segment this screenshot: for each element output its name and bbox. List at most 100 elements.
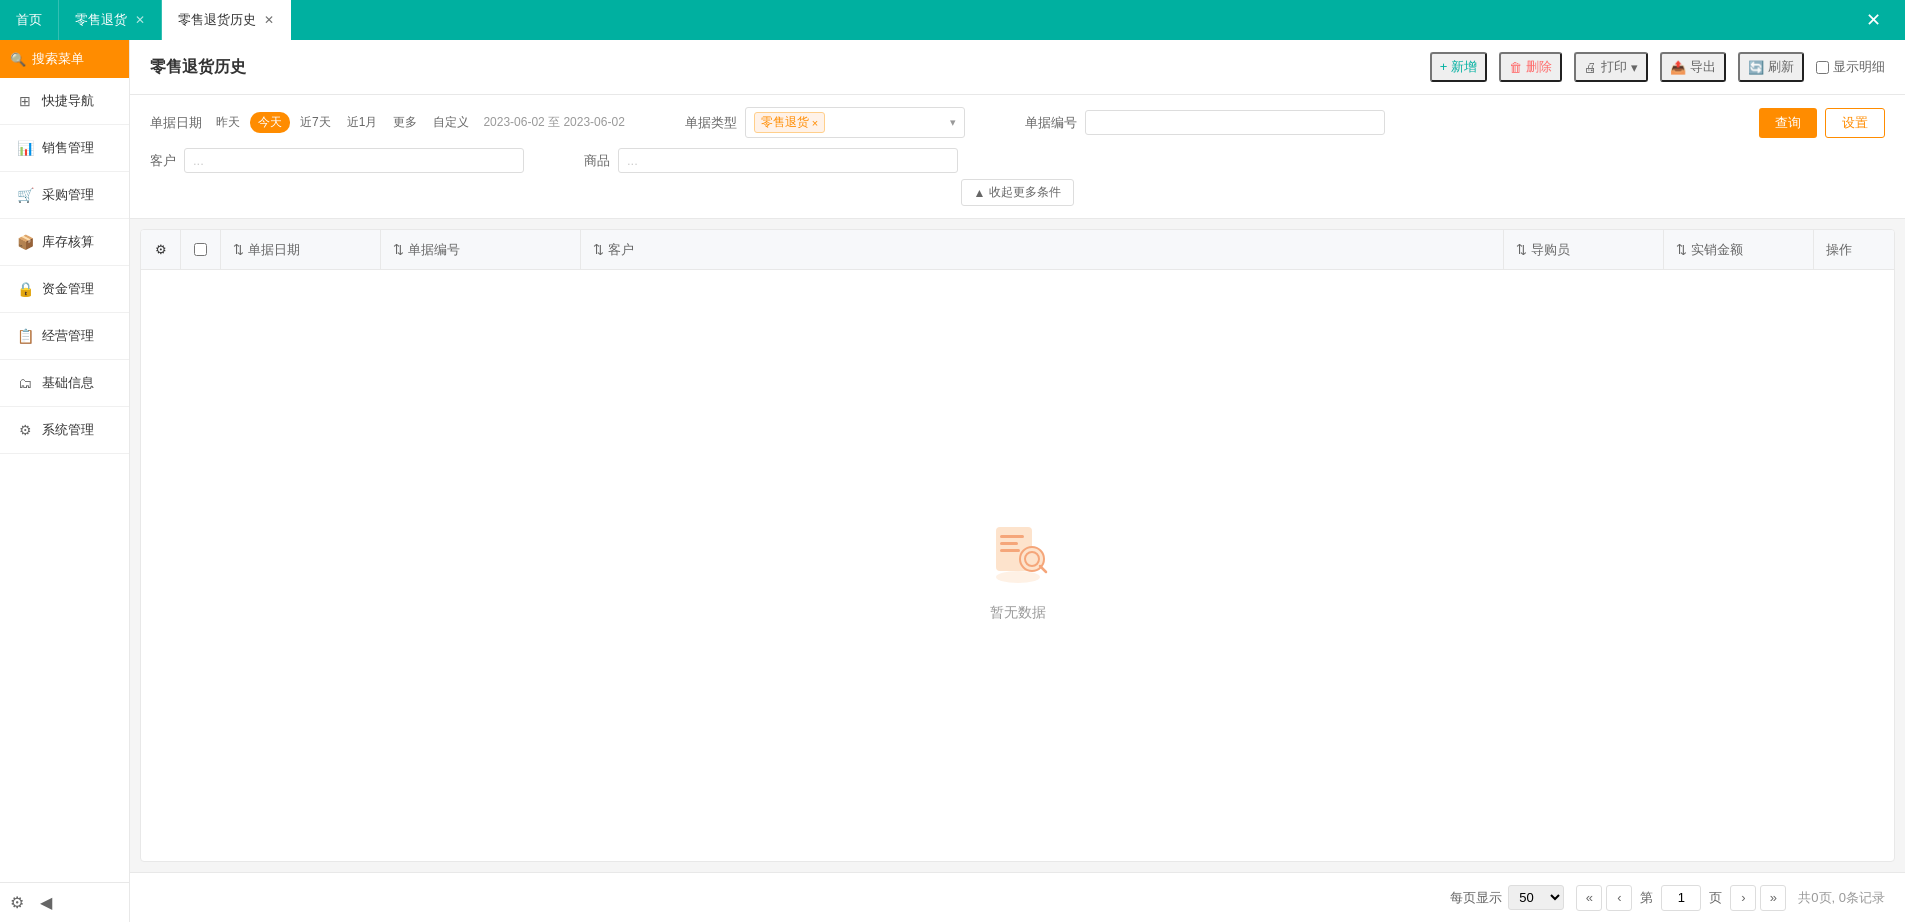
export-icon: 📤	[1670, 60, 1686, 75]
print-button-label: 打印	[1601, 58, 1627, 76]
date-shortcuts: 昨天 今天 近7天 近1月 更多 自定义	[210, 112, 475, 133]
window-close-button[interactable]: ✕	[1858, 5, 1889, 35]
last-page-button[interactable]: »	[1760, 885, 1786, 911]
col-guide-sort-icon: ⇅	[1516, 242, 1527, 257]
per-page-selector: 每页显示 50 10 20 100	[1450, 885, 1564, 910]
goods-label: 商品	[584, 152, 610, 170]
top-bar-right: ✕	[1858, 5, 1905, 35]
select-all-checkbox[interactable]	[194, 243, 207, 256]
total-info: 共0页, 0条记录	[1798, 889, 1885, 907]
today-shortcut[interactable]: 今天	[250, 112, 290, 133]
sidebar-item-basic-info[interactable]: 🗂 基础信息	[0, 360, 129, 407]
page-number-input[interactable]	[1661, 885, 1701, 911]
prev-page-button[interactable]: ‹	[1606, 885, 1632, 911]
basic-info-icon: 🗂	[16, 374, 34, 392]
last1month-shortcut[interactable]: 近1月	[341, 112, 384, 133]
header-actions: + 新增 🗑 删除 🖨 打印 ▾ 📤 导出 🔄 刷新	[1430, 52, 1885, 82]
sidebar-item-system-mgmt[interactable]: ⚙ 系统管理	[0, 407, 129, 454]
col-header-guide[interactable]: ⇅ 导购员	[1504, 230, 1664, 269]
print-button[interactable]: 🖨 打印 ▾	[1574, 52, 1648, 82]
custom-shortcut[interactable]: 自定义	[427, 112, 475, 133]
next-page-button[interactable]: ›	[1730, 885, 1756, 911]
sidebar-item-inventory[interactable]: 📦 库存核算	[0, 219, 129, 266]
collapse-up-icon: ▲	[974, 186, 986, 200]
goods-input[interactable]	[618, 148, 958, 173]
tab-retail-return[interactable]: 零售退货 ✕	[59, 0, 162, 40]
quick-nav-icon: ⊞	[16, 92, 34, 110]
col-header-number[interactable]: ⇅ 单据编号	[381, 230, 581, 269]
collapse-button-label: 收起更多条件	[989, 184, 1061, 201]
page-label: 第	[1640, 889, 1653, 907]
show-detail-label: 显示明细	[1833, 58, 1885, 76]
delete-icon: 🗑	[1509, 60, 1522, 75]
page-unit: 页	[1709, 889, 1722, 907]
tab-retail-return-close[interactable]: ✕	[135, 13, 145, 27]
first-page-button[interactable]: «	[1576, 885, 1602, 911]
col-amount-sort-icon: ⇅	[1676, 242, 1687, 257]
svg-point-0	[996, 571, 1040, 583]
customer-input[interactable]	[184, 148, 524, 173]
inventory-icon: 📦	[16, 233, 34, 251]
print-dropdown-icon: ▾	[1631, 60, 1638, 75]
sidebar-settings-button[interactable]: ⚙	[10, 893, 24, 912]
col-date-sort-icon: ⇅	[233, 242, 244, 257]
top-bar: 首页 零售退货 ✕ 零售退货历史 ✕ ✕	[0, 0, 1905, 40]
customer-label: 客户	[150, 152, 176, 170]
yesterday-shortcut[interactable]: 昨天	[210, 112, 246, 133]
sidebar-item-finance[interactable]: 🔒 资金管理	[0, 266, 129, 313]
empty-text: 暂无数据	[990, 604, 1046, 622]
col-header-customer[interactable]: ⇅ 客户	[581, 230, 1504, 269]
col-date-label: 单据日期	[248, 241, 300, 259]
sidebar-item-sales-mgmt[interactable]: 📊 销售管理	[0, 125, 129, 172]
refresh-button[interactable]: 🔄 刷新	[1738, 52, 1804, 82]
sidebar-bottom: ⚙ ◀	[0, 882, 129, 922]
tab-home[interactable]: 首页	[0, 0, 59, 40]
query-button[interactable]: 查询	[1759, 108, 1817, 138]
set-button[interactable]: 设置	[1825, 108, 1885, 138]
tab-home-label: 首页	[16, 11, 42, 29]
goods-filter: 商品	[584, 148, 958, 173]
per-page-select[interactable]: 50 10 20 100	[1508, 885, 1564, 910]
search-menu-button[interactable]: 🔍 搜索菜单	[0, 40, 129, 78]
show-detail-toggle: 显示明细	[1816, 58, 1885, 76]
type-label: 单据类型	[685, 114, 737, 132]
table-header: ⚙ ⇅ 单据日期 ⇅ 单据编号 ⇅ 客户 ⇅	[141, 230, 1894, 270]
export-button[interactable]: 📤 导出	[1660, 52, 1726, 82]
show-detail-checkbox[interactable]	[1816, 61, 1829, 74]
col-header-date[interactable]: ⇅ 单据日期	[221, 230, 381, 269]
collapse-button[interactable]: ▲ 收起更多条件	[961, 179, 1075, 206]
sidebar-item-system-label: 系统管理	[42, 421, 94, 439]
new-button-label: + 新增	[1440, 58, 1477, 76]
table-area: ⚙ ⇅ 单据日期 ⇅ 单据编号 ⇅ 客户 ⇅	[140, 229, 1895, 862]
export-button-label: 导出	[1690, 58, 1716, 76]
table-settings-button[interactable]: ⚙	[141, 230, 181, 269]
col-amount-label: 实销金额	[1691, 241, 1743, 259]
sidebar-item-purchase-label: 采购管理	[42, 186, 94, 204]
sidebar-item-quick-nav[interactable]: ⊞ 快捷导航	[0, 78, 129, 125]
last7days-shortcut[interactable]: 近7天	[294, 112, 337, 133]
type-select[interactable]: 零售退货 × ▾	[745, 107, 965, 138]
sidebar-item-operations[interactable]: 📋 经营管理	[0, 313, 129, 360]
col-header-amount[interactable]: ⇅ 实销金额	[1664, 230, 1814, 269]
date-label: 单据日期	[150, 114, 202, 132]
empty-illustration	[978, 509, 1058, 592]
refresh-icon: 🔄	[1748, 60, 1764, 75]
sidebar: 🔍 搜索菜单 ⊞ 快捷导航 📊 销售管理 🛒 采购管理 📦 库存核算 🔒 资金管…	[0, 40, 130, 922]
type-tag: 零售退货 ×	[754, 112, 825, 133]
sidebar-collapse-button[interactable]: ◀	[40, 893, 52, 912]
col-number-sort-icon: ⇅	[393, 242, 404, 257]
delete-button[interactable]: 🗑 删除	[1499, 52, 1562, 82]
type-tag-close[interactable]: ×	[812, 117, 818, 129]
refresh-button-label: 刷新	[1768, 58, 1794, 76]
sidebar-item-purchase-mgmt[interactable]: 🛒 采购管理	[0, 172, 129, 219]
new-button[interactable]: + 新增	[1430, 52, 1487, 82]
table-select-all[interactable]	[181, 230, 221, 269]
more-shortcut[interactable]: 更多	[387, 112, 423, 133]
tab-retail-return-history[interactable]: 零售退货历史 ✕	[162, 0, 291, 40]
per-page-label: 每页显示	[1450, 889, 1502, 907]
svg-rect-3	[1000, 542, 1018, 545]
number-input[interactable]	[1085, 110, 1385, 135]
filter-row-1: 单据日期 昨天 今天 近7天 近1月 更多 自定义 2023-06-02 至 2…	[150, 107, 1885, 138]
tab-retail-return-history-close[interactable]: ✕	[264, 13, 274, 27]
page-navigation: « ‹ 第 页 › »	[1576, 885, 1786, 911]
